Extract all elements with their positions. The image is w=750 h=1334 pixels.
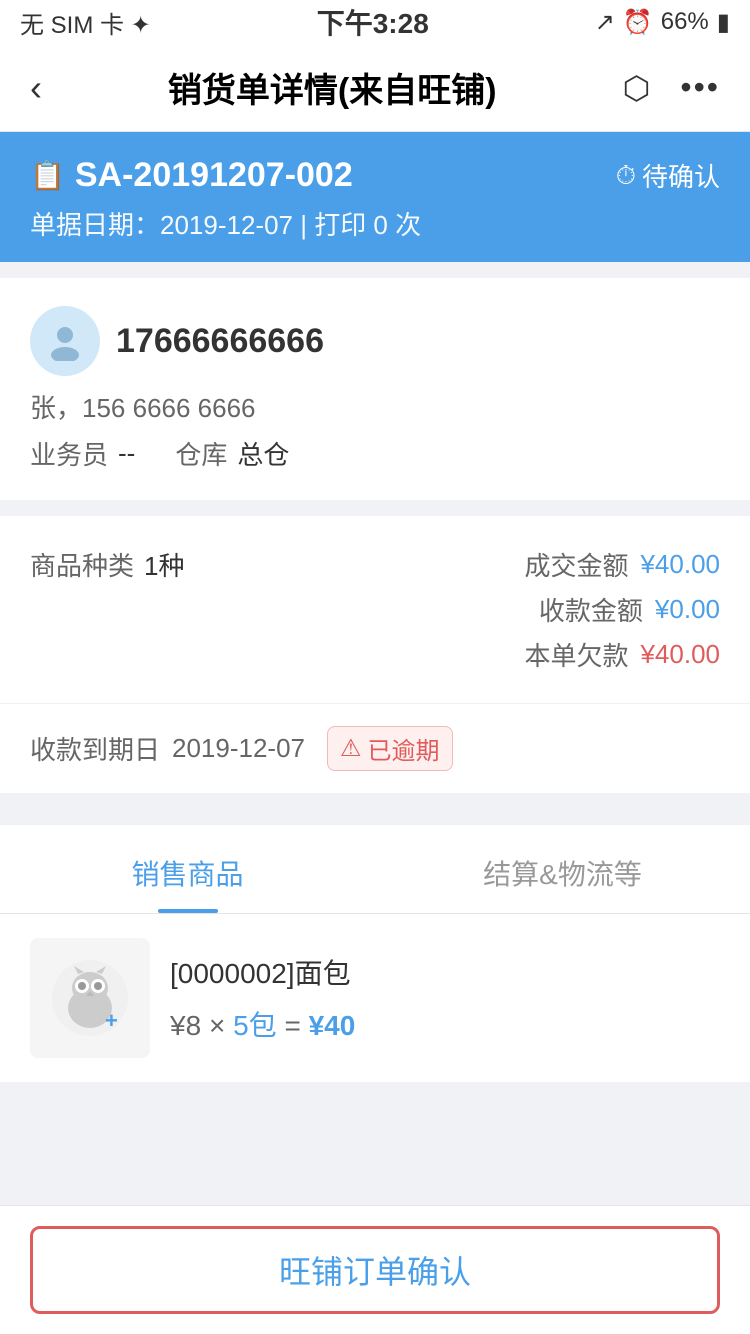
overdue-icon: ⚠ <box>340 734 362 763</box>
nav-bar: ‹ 销货单详情(来自旺铺) ⬡ ••• <box>0 44 750 132</box>
more-icon[interactable]: ••• <box>680 69 720 106</box>
tab-settlement[interactable]: 结算&物流等 <box>375 825 750 913</box>
warehouse-label: 仓库 <box>175 435 227 472</box>
product-section: + [0000002]面包 ¥8 × 5包 = ¥40 <box>0 914 750 1082</box>
deal-amount: ¥40.00 <box>640 549 720 580</box>
share-icon[interactable]: ⬡ <box>622 69 650 107</box>
tabs: 销售商品 结算&物流等 <box>0 825 750 914</box>
customer-name: 张，156 6666 6666 <box>30 388 720 425</box>
total-value: ¥40 <box>309 1010 356 1041</box>
customer-section: 17666666666 张，156 6666 6666 业务员 -- 仓库 总仓 <box>0 278 750 500</box>
customer-meta: 业务员 -- 仓库 总仓 <box>30 435 720 472</box>
category-value: 1种 <box>144 546 184 583</box>
order-id: 📋 SA-20191207-002 <box>30 156 353 195</box>
page-title: 销货单详情(来自旺铺) <box>168 63 497 112</box>
divider-1 <box>0 793 750 809</box>
order-icon: 📋 <box>30 159 65 192</box>
product-thumbnail: + <box>30 938 150 1058</box>
due-label: 本单欠款 <box>524 636 628 673</box>
battery-icon: ▮ <box>717 8 730 37</box>
due-date-label: 收款到期日 <box>30 730 160 767</box>
nav-icons: ⬡ ••• <box>622 69 720 107</box>
battery-label: 66% <box>661 8 709 36</box>
header-card: 📋 SA-20191207-002 ⏱ 待确认 单据日期：2019-12-07 … <box>0 132 750 262</box>
status-bar-left: 无 SIM 卡 ✦ <box>20 5 151 40</box>
order-date: 单据日期：2019-12-07 | 打印 0 次 <box>30 205 720 242</box>
salesperson-label: 业务员 <box>30 435 108 472</box>
receipt-label: 收款金额 <box>539 591 643 628</box>
warehouse-value: 总仓 <box>237 435 289 472</box>
equals-sign: = <box>284 1010 308 1041</box>
alarm-icon: ⏰ <box>623 8 653 37</box>
due-date-value: 2019-12-07 <box>172 733 305 764</box>
tab-products[interactable]: 销售商品 <box>0 825 375 913</box>
overdue-badge: ⚠ 已逾期 <box>327 726 453 771</box>
confirm-order-button[interactable]: 旺铺订单确认 <box>30 1226 720 1314</box>
avatar <box>30 306 100 376</box>
order-status: ⏱ 待确认 <box>616 157 720 194</box>
back-button[interactable]: ‹ <box>30 67 42 109</box>
svg-text:+: + <box>105 1008 118 1033</box>
bottom-bar: 旺铺订单确认 <box>0 1205 750 1334</box>
product-price: ¥8 × 5包 = ¥40 <box>170 1004 720 1044</box>
multiply-sign: × <box>209 1010 233 1041</box>
quantity-value: 5包 <box>233 1010 277 1041</box>
status-bar: 无 SIM 卡 ✦ 下午3:28 ↗ ⏰ 66% ▮ <box>0 0 750 44</box>
location-icon: ↗ <box>595 8 615 37</box>
clock-icon: ⏱ <box>616 160 636 192</box>
summary-section: 商品种类 1种 成交金额 ¥40.00 收款金额 ¥0.00 本单欠款 ¥40.… <box>0 516 750 703</box>
status-bar-right: ↗ ⏰ 66% ▮ <box>595 8 730 37</box>
salesperson-value: -- <box>118 438 135 469</box>
price-value: ¥8 <box>170 1010 201 1041</box>
deal-amount-label: 成交金额 <box>524 546 628 583</box>
category-label: 商品种类 <box>30 546 134 583</box>
customer-phone: 17666666666 <box>116 322 324 361</box>
due-amount: ¥40.00 <box>640 639 720 670</box>
sim-label: 无 SIM 卡 ✦ <box>20 5 151 40</box>
product-name: [0000002]面包 <box>170 952 720 992</box>
status-bar-time: 下午3:28 <box>317 2 429 42</box>
product-info: [0000002]面包 ¥8 × 5包 = ¥40 <box>170 952 720 1044</box>
receipt-amount: ¥0.00 <box>655 594 720 625</box>
overdue-text: 已逾期 <box>368 731 440 766</box>
product-item: + [0000002]面包 ¥8 × 5包 = ¥40 <box>30 938 720 1058</box>
due-date-row: 收款到期日 2019-12-07 ⚠ 已逾期 <box>0 703 750 793</box>
